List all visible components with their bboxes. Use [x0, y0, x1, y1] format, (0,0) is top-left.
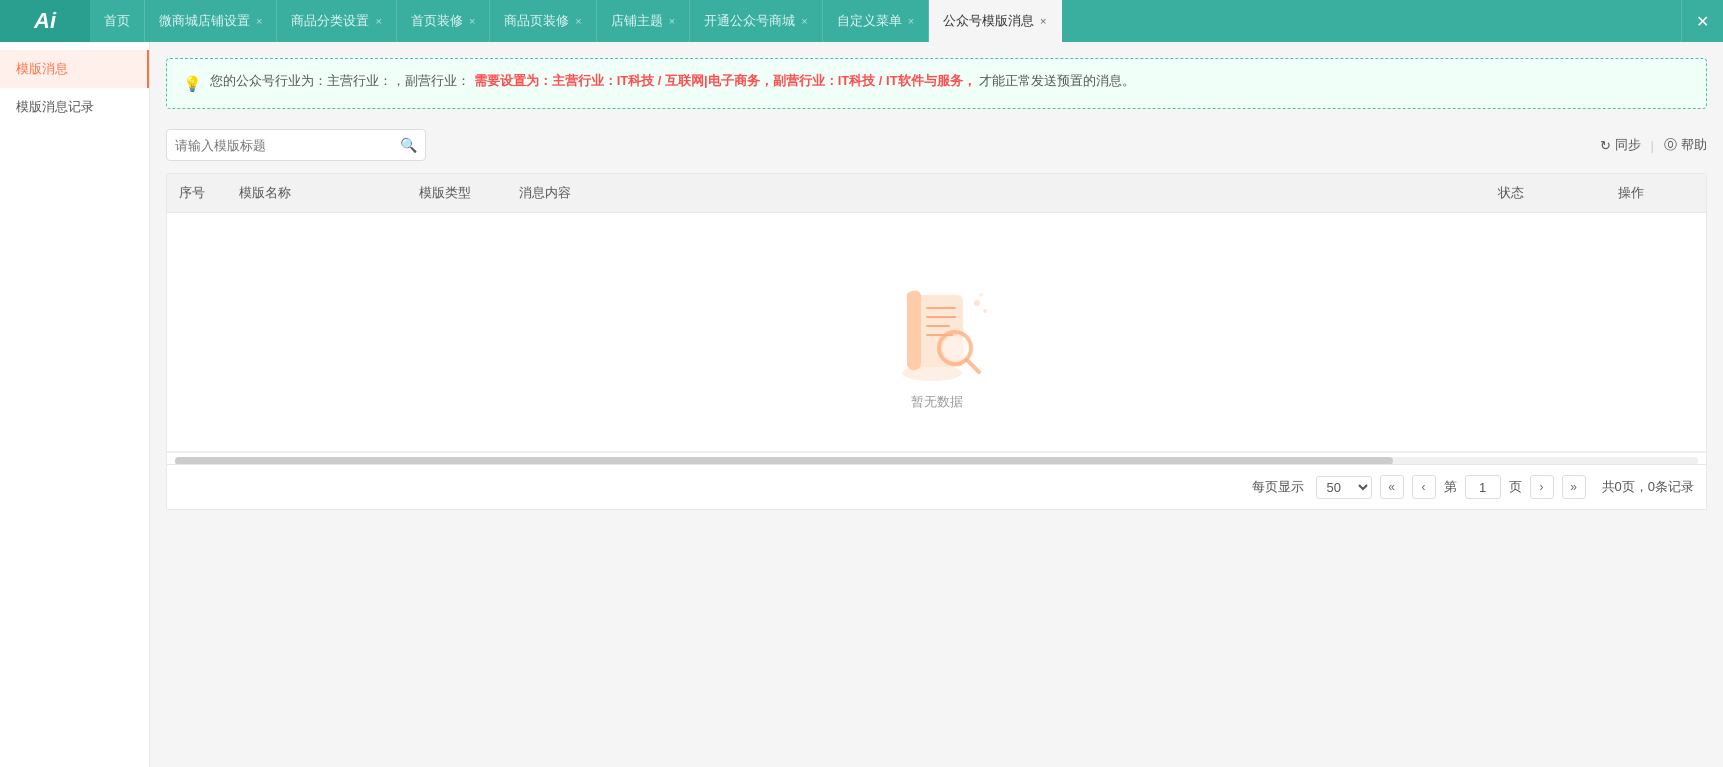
- notice-icon: 💡: [183, 72, 202, 96]
- tab-close-homepage-decor[interactable]: ×: [469, 15, 475, 27]
- tab-close-product-category[interactable]: ×: [375, 15, 381, 27]
- notice-text: 您的公众号行业为：主营行业：，副营行业： 需要设置为：主营行业：IT科技 / 互…: [210, 71, 1135, 92]
- last-page-button[interactable]: »: [1562, 475, 1586, 499]
- column-index: 序号: [167, 174, 227, 213]
- tab-wechat-shop[interactable]: 微商城店铺设置×: [145, 0, 277, 42]
- column-action: 操作: [1606, 174, 1706, 213]
- table-header-row: 序号模版名称模版类型消息内容状态操作: [167, 174, 1706, 213]
- search-icon[interactable]: 🔍: [400, 137, 417, 153]
- svg-point-6: [943, 336, 967, 360]
- content-area: 💡 您的公众号行业为：主营行业：，副营行业： 需要设置为：主营行业：IT科技 /…: [150, 42, 1723, 767]
- tab-product-page-decor[interactable]: 商品页装修×: [490, 0, 596, 42]
- tab-wechat-template[interactable]: 公众号模版消息×: [929, 0, 1061, 42]
- page-input[interactable]: [1465, 475, 1501, 499]
- tab-close-wechat-shop[interactable]: ×: [256, 15, 262, 27]
- scrollbar-track: [175, 457, 1698, 464]
- empty-state: 暂无数据: [167, 213, 1706, 451]
- scrollbar-thumb: [175, 457, 1393, 464]
- prev-page-button[interactable]: ‹: [1412, 475, 1436, 499]
- tab-product-category[interactable]: 商品分类设置×: [277, 0, 396, 42]
- next-page-button[interactable]: ›: [1530, 475, 1554, 499]
- empty-illustration: [877, 273, 997, 393]
- tab-close-open-wechat-shop[interactable]: ×: [801, 15, 807, 27]
- column-name: 模版名称: [227, 174, 407, 213]
- help-button[interactable]: ⓪ 帮助: [1664, 136, 1707, 154]
- tab-close-product-page-decor[interactable]: ×: [575, 15, 581, 27]
- per-page-label: 每页显示: [1252, 478, 1304, 496]
- tab-close-shop-theme[interactable]: ×: [669, 15, 675, 27]
- table-header: 序号模版名称模版类型消息内容状态操作: [167, 174, 1706, 213]
- sync-icon: ↻: [1600, 138, 1611, 153]
- sync-button[interactable]: ↻ 同步: [1600, 136, 1641, 154]
- sidebar-item-template-message-log[interactable]: 模版消息记录: [0, 88, 149, 126]
- svg-line-7: [967, 360, 979, 372]
- toolbar-divider: |: [1651, 138, 1654, 153]
- data-table: 序号模版名称模版类型消息内容状态操作: [167, 174, 1706, 452]
- svg-point-8: [974, 300, 980, 306]
- svg-point-10: [979, 293, 983, 297]
- notice-banner: 💡 您的公众号行业为：主营行业：，副营行业： 需要设置为：主营行业：IT科技 /…: [166, 58, 1707, 109]
- tab-custom-menu[interactable]: 自定义菜单×: [823, 0, 929, 42]
- sidebar: 模版消息模版消息记录: [0, 42, 150, 767]
- di-label: 第: [1444, 478, 1457, 496]
- table-body: 暂无数据: [167, 213, 1706, 452]
- app-logo: Ai: [0, 0, 90, 42]
- svg-point-9: [983, 309, 987, 313]
- tabs-area: 首页微商城店铺设置×商品分类设置×首页装修×商品页装修×店铺主题×开通公众号商城…: [90, 0, 1681, 42]
- column-status: 状态: [1486, 174, 1606, 213]
- sidebar-item-template-message[interactable]: 模版消息: [0, 50, 149, 88]
- search-input[interactable]: [175, 138, 400, 153]
- total-info: 共0页，0条记录: [1602, 478, 1694, 496]
- search-input-wrap[interactable]: 🔍: [166, 129, 426, 161]
- pagination-row: 每页显示 102050100 « ‹ 第 页 › » 共0页，0条记录: [167, 464, 1706, 509]
- table-wrapper: 序号模版名称模版类型消息内容状态操作: [166, 173, 1707, 510]
- search-row: 🔍 ↻ 同步 | ⓪ 帮助: [166, 129, 1707, 161]
- tab-home[interactable]: 首页: [90, 0, 145, 42]
- column-content: 消息内容: [507, 174, 1486, 213]
- tab-shop-theme[interactable]: 店铺主题×: [597, 0, 690, 42]
- table-empty-row: 暂无数据: [167, 213, 1706, 452]
- global-close-button[interactable]: ✕: [1681, 0, 1723, 42]
- column-type: 模版类型: [407, 174, 507, 213]
- tab-homepage-decor[interactable]: 首页装修×: [397, 0, 490, 42]
- tab-close-custom-menu[interactable]: ×: [908, 15, 914, 27]
- tab-close-wechat-template[interactable]: ×: [1040, 15, 1046, 27]
- per-page-select[interactable]: 102050100: [1316, 476, 1372, 499]
- main-layout: 模版消息模版消息记录 💡 您的公众号行业为：主营行业：，副营行业： 需要设置为：…: [0, 42, 1723, 767]
- page-suffix-label: 页: [1509, 478, 1522, 496]
- first-page-button[interactable]: «: [1380, 475, 1404, 499]
- help-icon: ⓪: [1664, 136, 1677, 154]
- horizontal-scrollbar[interactable]: [167, 452, 1706, 464]
- toolbar-right: ↻ 同步 | ⓪ 帮助: [1600, 136, 1707, 154]
- empty-text: 暂无数据: [911, 393, 963, 411]
- tab-open-wechat-shop[interactable]: 开通公众号商城×: [690, 0, 822, 42]
- top-nav: Ai 首页微商城店铺设置×商品分类设置×首页装修×商品页装修×店铺主题×开通公众…: [0, 0, 1723, 42]
